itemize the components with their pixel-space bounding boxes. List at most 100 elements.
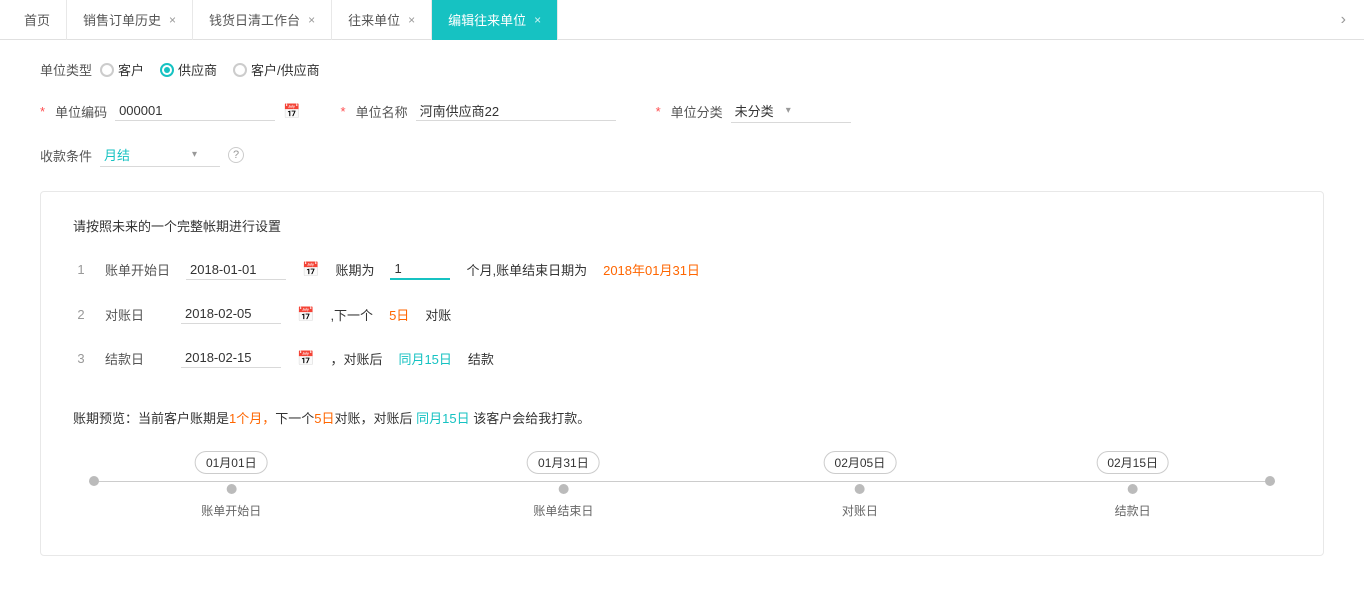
setting-row-1: 1 账单开始日 📅 账期为 个月,账单结束日期为 2018年01月31日 — [73, 259, 1291, 280]
reconcile-day-highlight: 5日 — [389, 305, 409, 324]
timeline-node-4: 02月15日 结款日 — [1096, 451, 1169, 519]
unit-code-star: * — [40, 104, 45, 119]
reconcile-date-calendar-icon[interactable]: 📅 — [297, 306, 314, 323]
preview-highlight1: 1个月， — [229, 411, 275, 426]
reconcile-prefix: ,下一个 — [330, 305, 373, 324]
timeline-label-4: 结款日 — [1096, 502, 1169, 519]
timeline-right-dot — [1265, 476, 1275, 486]
start-date-calendar-icon[interactable]: 📅 — [302, 261, 319, 278]
end-date-highlight: 2018年01月31日 — [603, 260, 700, 279]
timeline-date-3: 02月05日 — [824, 451, 897, 474]
tabs-bar: 首页 销售订单历史 × 钱货日清工作台 × 往来单位 × 编辑往来单位 × › — [0, 0, 1364, 40]
row-label-1: 账单开始日 — [105, 260, 170, 279]
row-number-2: 2 — [73, 307, 89, 322]
tab-sales-history-close[interactable]: × — [169, 13, 176, 27]
radio-both-label: 客户/供应商 — [251, 60, 320, 79]
setting-row-3: 3 结款日 📅 ，对账后 同月15日 结款 — [73, 348, 1291, 368]
tab-sales-history[interactable]: 销售订单历史 × — [67, 0, 193, 40]
payment-day-highlight: 同月15日 — [398, 349, 451, 368]
timeline-date-1: 01月01日 — [195, 451, 268, 474]
unit-name-star: * — [341, 104, 346, 119]
start-date-input[interactable] — [186, 260, 286, 280]
row-label-2: 对账日 — [105, 305, 165, 324]
payment-prefix: ，对账后 — [330, 349, 382, 368]
radio-supplier-label: 供应商 — [178, 60, 217, 79]
preview-middle2: 对账，对账后 — [335, 411, 413, 426]
unit-type-field: 单位类型 客户 供应商 客户/供应商 — [40, 60, 320, 79]
row-label-3: 结款日 — [105, 349, 165, 368]
unit-type-label: 单位类型 — [40, 60, 92, 79]
radio-supplier-circle — [160, 63, 174, 77]
tab-partner-close[interactable]: × — [408, 13, 415, 27]
payment-date-calendar-icon[interactable]: 📅 — [297, 350, 314, 367]
unit-code-field: * 单位编码 📅 — [40, 101, 301, 121]
timeline-dot-3 — [855, 484, 865, 494]
row-number-3: 3 — [73, 351, 89, 366]
tab-cashflow-close[interactable]: × — [308, 13, 315, 27]
unit-class-dropdown[interactable]: 未分类 ▾ — [731, 99, 851, 123]
timeline-dot-2 — [558, 484, 568, 494]
timeline-date-4: 02月15日 — [1096, 451, 1169, 474]
unit-name-label: 单位名称 — [356, 102, 408, 121]
timeline-label-3: 对账日 — [824, 502, 897, 519]
tab-sales-history-label: 销售订单历史 — [83, 10, 161, 29]
radio-customer[interactable]: 客户 — [100, 60, 144, 79]
unit-class-arrow-icon: ▾ — [786, 105, 791, 116]
settings-title: 请按照未来的一个完整帐期进行设置 — [73, 216, 1291, 235]
preview-suffix: 该客户会给我打款。 — [473, 411, 590, 426]
timeline-date-2: 01月31日 — [527, 451, 600, 474]
help-icon[interactable]: ? — [228, 147, 244, 163]
payment-suffix: 结款 — [468, 349, 494, 368]
timeline-left-dot — [89, 476, 99, 486]
setting-row-2: 2 对账日 📅 ,下一个 5日 对账 — [73, 304, 1291, 324]
preview-highlight3: 同月15日 — [416, 411, 469, 426]
settings-box: 请按照未来的一个完整帐期进行设置 1 账单开始日 📅 账期为 个月,账单结束日期… — [40, 191, 1324, 556]
unit-class-star: * — [656, 104, 661, 119]
tab-home-label: 首页 — [24, 10, 50, 29]
unit-name-input[interactable] — [416, 101, 616, 121]
radio-customer-circle — [100, 63, 114, 77]
timeline-label-2: 账单结束日 — [527, 502, 600, 519]
more-tabs-button[interactable]: › — [1331, 11, 1356, 29]
preview-section: 账期预览：当前客户账期是1个月，下一个5日对账，对账后 同月15日 该客户会给我… — [73, 392, 1291, 531]
tab-cashflow[interactable]: 钱货日清工作台 × — [193, 0, 332, 40]
payment-date-input[interactable] — [181, 348, 281, 368]
payment-condition-arrow-icon: ▾ — [192, 149, 197, 160]
payment-condition-dropdown[interactable]: 月结 ▾ — [100, 143, 220, 167]
tab-edit-partner-close[interactable]: × — [534, 13, 541, 27]
timeline-label-1: 账单开始日 — [195, 502, 268, 519]
unit-info-row: * 单位编码 📅 * 单位名称 * 单位分类 未分类 ▾ — [40, 99, 1324, 123]
unit-class-label: 单位分类 — [671, 102, 723, 121]
radio-supplier[interactable]: 供应商 — [160, 60, 217, 79]
unit-code-label: 单位编码 — [55, 102, 107, 121]
reconcile-suffix: 对账 — [425, 305, 451, 324]
unit-class-value: 未分类 — [735, 101, 774, 120]
tab-cashflow-label: 钱货日清工作台 — [209, 10, 300, 29]
payment-condition-row: 收款条件 月结 ▾ ? — [40, 143, 1324, 167]
unit-code-calendar-icon[interactable]: 📅 — [283, 103, 300, 120]
tab-edit-partner[interactable]: 编辑往来单位 × — [432, 0, 558, 40]
unit-code-input[interactable] — [115, 101, 275, 121]
tab-home[interactable]: 首页 — [8, 0, 67, 40]
month-input[interactable] — [390, 259, 450, 280]
row-number-1: 1 — [73, 262, 89, 277]
tab-partner-label: 往来单位 — [348, 10, 400, 29]
timeline-dot-4 — [1128, 484, 1138, 494]
timeline-dot-1 — [226, 484, 236, 494]
unit-type-row: 单位类型 客户 供应商 客户/供应商 — [40, 60, 1324, 79]
unit-class-field: * 单位分类 未分类 ▾ — [656, 99, 851, 123]
radio-both[interactable]: 客户/供应商 — [233, 60, 320, 79]
radio-both-circle — [233, 63, 247, 77]
timeline-node-1: 01月01日 账单开始日 — [195, 451, 268, 519]
unit-type-radio-group: 客户 供应商 客户/供应商 — [100, 60, 320, 79]
timeline: 01月01日 账单开始日 01月31日 账单结束日 02月05日 对账日 — [89, 451, 1275, 531]
timeline-node-3: 02月05日 对账日 — [824, 451, 897, 519]
timeline-node-2: 01月31日 账单结束日 — [527, 451, 600, 519]
tab-edit-partner-label: 编辑往来单位 — [448, 10, 526, 29]
reconcile-date-input[interactable] — [181, 304, 281, 324]
preview-highlight2: 5日 — [314, 411, 334, 426]
tab-partner[interactable]: 往来单位 × — [332, 0, 432, 40]
preview-middle: 下一个 — [275, 411, 314, 426]
radio-customer-label: 客户 — [118, 60, 144, 79]
period-label: 账期为 — [335, 260, 374, 279]
